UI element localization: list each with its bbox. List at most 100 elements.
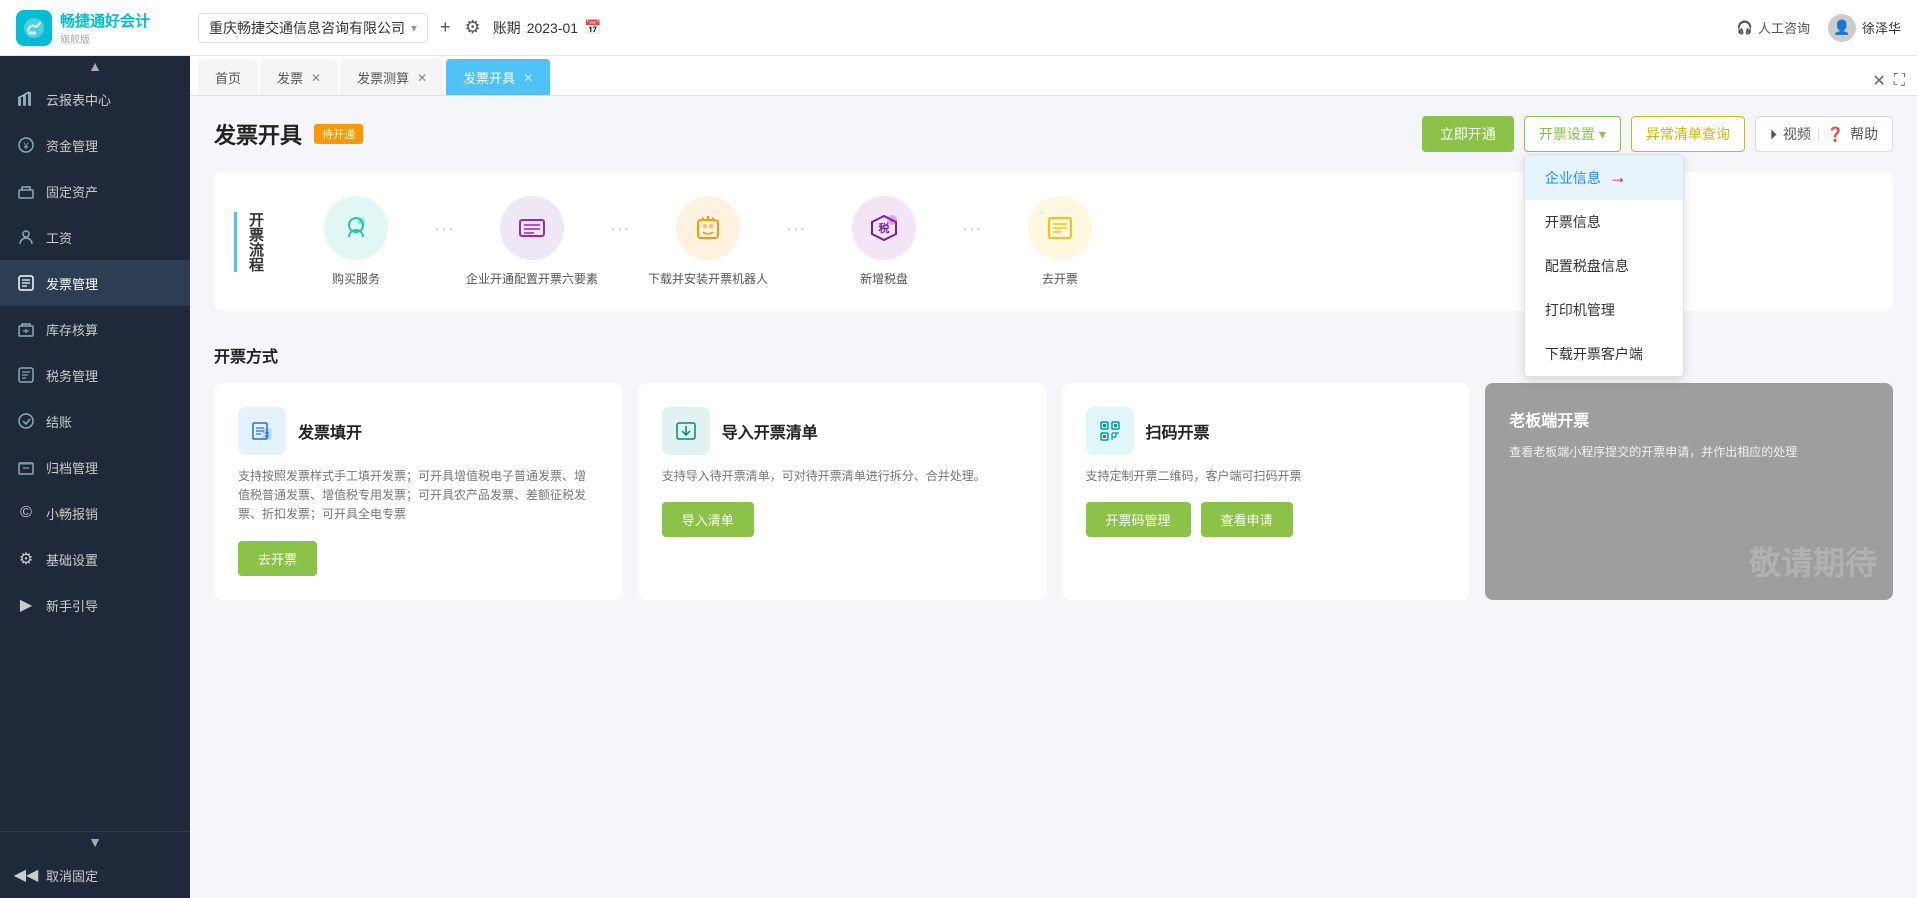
archive-icon: [16, 457, 36, 477]
tab-issue-close[interactable]: ✕: [523, 71, 533, 85]
status-badge: 待开通: [314, 124, 363, 144]
sidebar-item-cloud-report[interactable]: 云报表中心: [0, 76, 190, 122]
settings-button-label: 开票设置: [1539, 124, 1595, 144]
exception-button[interactable]: 异常清单查询: [1631, 116, 1745, 152]
step-label-4: 新增税盘: [860, 270, 908, 287]
dropdown-item-printer-mgmt[interactable]: 打印机管理: [1525, 288, 1683, 332]
user-info[interactable]: 👤 徐泽华: [1828, 14, 1901, 42]
card-boss: 老板端开票 查看老板端小程序提交的开票申请，并作出相应的处理 敬请期待: [1485, 383, 1893, 600]
logo: 畅捷通好会计 旗舰版: [16, 10, 186, 46]
card-manual-header: 发票填开: [238, 407, 598, 455]
unpin-icon: ◀◀: [16, 865, 36, 885]
logo-icon: [16, 10, 52, 46]
sidebar-item-unpin[interactable]: ◀◀ 取消固定: [0, 852, 190, 898]
card-import-button[interactable]: 导入清单: [662, 502, 754, 537]
sidebar-scroll-down[interactable]: ▼: [0, 832, 190, 852]
sidebar-item-archive[interactable]: 归档管理: [0, 444, 190, 490]
process-step-1: + 购买服务: [286, 196, 426, 287]
card-scan-buttons: 开票码管理 查看申请: [1086, 502, 1446, 537]
svg-text:+: +: [359, 217, 364, 226]
support-button[interactable]: 🎧 人工咨询: [1737, 18, 1810, 37]
card-manual: 发票填开 支持按照发票样式手工填开发票；可开具增值税电子普通发票、增值税普通发票…: [214, 383, 622, 600]
video-label: 视频: [1783, 124, 1811, 144]
sidebar-item-invoice[interactable]: 发票管理: [0, 260, 190, 306]
sidebar-scroll-up[interactable]: ▲: [0, 56, 190, 76]
dropdown-item-invoice-info[interactable]: 开票信息: [1525, 200, 1683, 244]
calendar-icon[interactable]: 📅: [584, 19, 601, 36]
help-button[interactable]: ⏵ 视频 | ❓ 帮助: [1755, 116, 1893, 152]
tab-estimate[interactable]: 发票测算 ✕: [340, 59, 444, 95]
sidebar-item-settings[interactable]: ⚙ 基础设置: [0, 536, 190, 582]
company-selector[interactable]: 重庆畅捷交通信息咨询有限公司 ▾: [198, 13, 428, 43]
activate-button[interactable]: 立即开通: [1422, 116, 1514, 152]
sidebar-item-settlement[interactable]: 结账: [0, 398, 190, 444]
dropdown-item-taxdisk-config[interactable]: 配置税盘信息: [1525, 244, 1683, 288]
step-arrow-4: ···: [962, 218, 982, 265]
card-scan: 扫码开票 支持定制开票二维码，客户端可扫码开票 开票码管理 查看申请: [1062, 383, 1470, 600]
content-area: 首页 发票 ✕ 发票测算 ✕ 发票开具 ✕ ✕ ⛶: [190, 56, 1917, 898]
tab-home[interactable]: 首页: [198, 59, 258, 95]
tab-issue[interactable]: 发票开具 ✕: [446, 59, 550, 95]
sidebar-item-guide[interactable]: ▶ 新手引导: [0, 582, 190, 628]
sidebar-item-inventory[interactable]: 库存核算: [0, 306, 190, 352]
taxdisk-config-label: 配置税盘信息: [1545, 256, 1629, 276]
process-step-2: 企业开通配置开票六要素: [462, 196, 602, 287]
card-import-header: 导入开票清单: [662, 407, 1022, 455]
sidebar-label-report: 小畅报销: [46, 504, 98, 523]
step-icon-1: +: [324, 196, 388, 260]
tab-invoice-close[interactable]: ✕: [311, 71, 321, 85]
sidebar-label-settings: 基础设置: [46, 550, 98, 569]
dropdown-item-company-info[interactable]: 企业信息 →: [1525, 155, 1683, 200]
sidebar-label-guide: 新手引导: [46, 596, 98, 615]
settings-chevron-icon: ▾: [1599, 126, 1606, 143]
period-label: 账期 2023-01 📅: [493, 18, 602, 38]
dropdown-item-download-client[interactable]: 下载开票客户端: [1525, 332, 1683, 376]
period-value: 2023-01: [527, 20, 578, 36]
card-scan-view-button[interactable]: 查看申请: [1201, 502, 1293, 537]
app-edition: 旗舰版: [60, 31, 150, 46]
tab-expand[interactable]: ⛶: [1894, 72, 1905, 90]
printer-mgmt-label: 打印机管理: [1545, 300, 1615, 320]
step-icon-5: [1028, 196, 1092, 260]
step-label-3: 下载并安装开票机器人: [648, 270, 768, 287]
tab-invoice[interactable]: 发票 ✕: [260, 59, 338, 95]
username: 徐泽华: [1862, 18, 1901, 37]
process-step-4: 税 + 新增税盘: [814, 196, 954, 287]
play-circle-icon: ⏵: [1770, 126, 1777, 143]
sidebar-item-fixed-assets[interactable]: 固定资产: [0, 168, 190, 214]
sidebar-label-capital: 资金管理: [46, 136, 98, 155]
sidebar-bottom: ▼ ◀◀ 取消固定: [0, 831, 190, 898]
invoice-info-label: 开票信息: [1545, 212, 1601, 232]
sidebar-item-payroll[interactable]: 工资: [0, 214, 190, 260]
tab-estimate-close[interactable]: ✕: [417, 71, 427, 85]
page-title-row: 发票开具 待开通: [214, 118, 363, 150]
step-icon-4: 税 +: [852, 196, 916, 260]
process-step-3: 下载并安装开票机器人: [638, 196, 778, 287]
sidebar: ▲ 云报表中心 ¥ 资金管理 固定资产: [0, 56, 190, 898]
sidebar-item-tax[interactable]: 税务管理: [0, 352, 190, 398]
sidebar-item-report[interactable]: © 小畅报销: [0, 490, 190, 536]
settings-icon[interactable]: ⚙: [465, 17, 481, 38]
settings-button[interactable]: 开票设置 ▾: [1524, 116, 1621, 152]
sidebar-label-settlement: 结账: [46, 412, 72, 431]
play-icon: ▶: [16, 595, 36, 615]
tab-estimate-label: 发票测算: [357, 68, 409, 87]
sidebar-label-archive: 归档管理: [46, 458, 98, 477]
tab-close-all[interactable]: ✕: [1872, 71, 1885, 91]
card-scan-qr-button[interactable]: 开票码管理: [1086, 502, 1191, 537]
step-icon-3: [676, 196, 740, 260]
page-title: 发票开具: [214, 118, 302, 150]
sidebar-item-capital[interactable]: ¥ 资金管理: [0, 122, 190, 168]
process-section-title: 开票流程: [234, 212, 266, 272]
period-text: 账期: [493, 18, 521, 38]
add-button[interactable]: +: [440, 17, 451, 38]
top-actions: + ⚙: [440, 17, 481, 38]
card-manual-button[interactable]: 去开票: [238, 541, 317, 576]
settings-dropdown-menu: 企业信息 → 开票信息 配置税盘信息 打印机管理: [1524, 154, 1684, 377]
download-client-label: 下载开票客户端: [1545, 344, 1643, 364]
sidebar-label-unpin: 取消固定: [46, 866, 98, 885]
card-boss-header: 老板端开票: [1509, 407, 1869, 431]
card-scan-icon: [1086, 407, 1134, 455]
tabs-bar: 首页 发票 ✕ 发票测算 ✕ 发票开具 ✕ ✕ ⛶: [190, 56, 1917, 96]
page-content: 发票开具 待开通 立即开通 开票设置 ▾: [190, 96, 1917, 898]
